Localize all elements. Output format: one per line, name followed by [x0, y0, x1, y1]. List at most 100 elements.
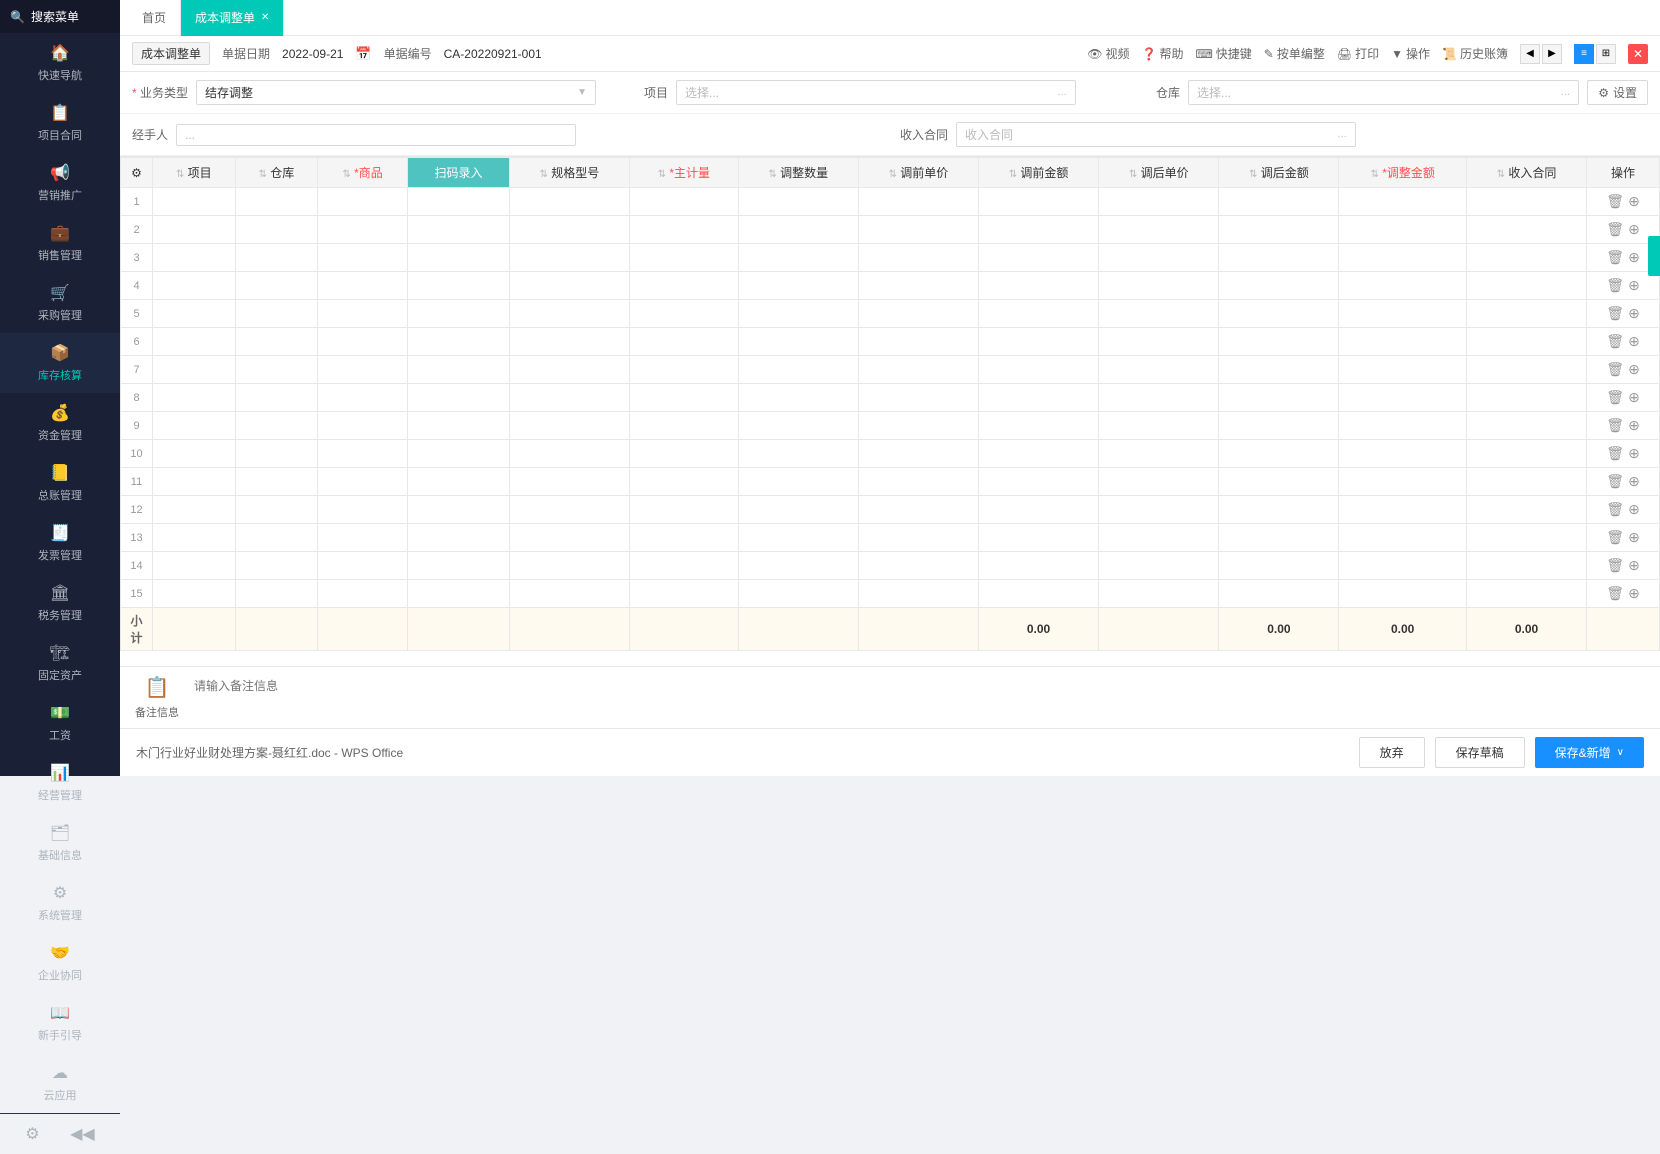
row-11-after-amount[interactable]: [1219, 468, 1339, 496]
row-1-project[interactable]: [153, 188, 236, 216]
row-3-before-amount[interactable]: [978, 244, 1098, 272]
row-3-before-price[interactable]: [858, 244, 978, 272]
action-shortcut[interactable]: ⌨ 快捷键: [1195, 45, 1251, 62]
row-2-scan[interactable]: [408, 216, 510, 244]
tab-cost-adjust[interactable]: 成本调整单 ✕: [181, 0, 284, 36]
sidebar-item-basic-info[interactable]: 🗂 基础信息: [0, 813, 120, 873]
row-7-copy-btn[interactable]: ⊕: [1628, 361, 1640, 378]
save-button[interactable]: 保存&新增 ∨: [1535, 737, 1644, 768]
row-9-scan[interactable]: [408, 412, 510, 440]
row-8-before-price[interactable]: [858, 384, 978, 412]
row-3-copy-btn[interactable]: ⊕: [1628, 249, 1640, 266]
row-15-after-price[interactable]: [1099, 580, 1219, 608]
row-7-product[interactable]: [318, 356, 408, 384]
row-13-after-amount[interactable]: [1219, 524, 1339, 552]
row-5-copy-btn[interactable]: ⊕: [1628, 305, 1640, 322]
row-8-adjust-amount[interactable]: [1339, 384, 1466, 412]
row-1-warehouse[interactable]: [235, 188, 318, 216]
row-13-copy-btn[interactable]: ⊕: [1628, 529, 1640, 546]
row-14-after-amount[interactable]: [1219, 552, 1339, 580]
row-13-warehouse[interactable]: [235, 524, 318, 552]
sidebar-item-system[interactable]: ⚙ 系统管理: [0, 873, 120, 933]
row-9-income-contract[interactable]: [1466, 412, 1586, 440]
row-12-qty[interactable]: [738, 496, 858, 524]
row-4-project[interactable]: [153, 272, 236, 300]
row-12-after-amount[interactable]: [1219, 496, 1339, 524]
row-5-unit[interactable]: [630, 300, 739, 328]
row-3-warehouse[interactable]: [235, 244, 318, 272]
nav-next[interactable]: ▶: [1542, 44, 1562, 64]
row-12-adjust-amount[interactable]: [1339, 496, 1466, 524]
row-2-after-price[interactable]: [1099, 216, 1219, 244]
discard-button[interactable]: 放弃: [1359, 737, 1425, 768]
row-12-income-contract[interactable]: [1466, 496, 1586, 524]
row-11-product[interactable]: [318, 468, 408, 496]
sidebar-item-invoice[interactable]: 🧾 发票管理: [0, 513, 120, 573]
action-print[interactable]: 🖨 打印: [1337, 45, 1379, 62]
row-3-delete-btn[interactable]: 🗑: [1606, 249, 1624, 266]
row-15-product[interactable]: [318, 580, 408, 608]
sidebar-item-quick-nav[interactable]: 🏠 快速导航: [0, 33, 120, 93]
row-9-adjust-amount[interactable]: [1339, 412, 1466, 440]
row-5-project[interactable]: [153, 300, 236, 328]
row-2-unit[interactable]: [630, 216, 739, 244]
warehouse-input[interactable]: 选择... …: [1188, 80, 1579, 105]
row-11-income-contract[interactable]: [1466, 468, 1586, 496]
row-2-product[interactable]: [318, 216, 408, 244]
row-4-spec[interactable]: [509, 272, 629, 300]
tab-close-icon[interactable]: ✕: [261, 12, 269, 23]
nav-prev[interactable]: ◀: [1520, 44, 1540, 64]
row-4-income-contract[interactable]: [1466, 272, 1586, 300]
row-12-delete-btn[interactable]: 🗑: [1606, 501, 1624, 518]
row-7-delete-btn[interactable]: 🗑: [1606, 361, 1624, 378]
row-9-spec[interactable]: [509, 412, 629, 440]
row-15-qty[interactable]: [738, 580, 858, 608]
row-15-unit[interactable]: [630, 580, 739, 608]
row-9-after-price[interactable]: [1099, 412, 1219, 440]
settings-icon[interactable]: ⚙: [25, 1124, 39, 1144]
row-2-after-amount[interactable]: [1219, 216, 1339, 244]
sidebar-item-marketing[interactable]: 📢 营销推广: [0, 153, 120, 213]
sidebar-item-payroll[interactable]: 💵 工资: [0, 693, 120, 753]
row-1-before-price[interactable]: [858, 188, 978, 216]
notes-input[interactable]: [194, 675, 1648, 697]
row-11-qty[interactable]: [738, 468, 858, 496]
row-9-before-price[interactable]: [858, 412, 978, 440]
row-11-adjust-amount[interactable]: [1339, 468, 1466, 496]
col-scan[interactable]: 扫码录入: [408, 158, 510, 188]
project-input[interactable]: 选择... …: [676, 80, 1076, 105]
row-13-qty[interactable]: [738, 524, 858, 552]
row-8-after-price[interactable]: [1099, 384, 1219, 412]
row-6-unit[interactable]: [630, 328, 739, 356]
row-10-adjust-amount[interactable]: [1339, 440, 1466, 468]
row-10-income-contract[interactable]: [1466, 440, 1586, 468]
row-7-spec[interactable]: [509, 356, 629, 384]
business-type-input[interactable]: 结存调整 ▼: [196, 80, 596, 105]
row-13-scan[interactable]: [408, 524, 510, 552]
view-detail-btn[interactable]: ⊞: [1596, 44, 1616, 64]
row-6-income-contract[interactable]: [1466, 328, 1586, 356]
row-2-income-contract[interactable]: [1466, 216, 1586, 244]
row-6-product[interactable]: [318, 328, 408, 356]
row-11-unit[interactable]: [630, 468, 739, 496]
row-10-project[interactable]: [153, 440, 236, 468]
row-1-scan[interactable]: [408, 188, 510, 216]
action-help[interactable]: ❓ 帮助: [1141, 45, 1183, 62]
row-8-copy-btn[interactable]: ⊕: [1628, 389, 1640, 406]
sidebar-search[interactable]: 🔍 搜索菜单: [0, 0, 120, 33]
row-9-qty[interactable]: [738, 412, 858, 440]
row-5-product[interactable]: [318, 300, 408, 328]
row-2-spec[interactable]: [509, 216, 629, 244]
row-10-after-amount[interactable]: [1219, 440, 1339, 468]
row-15-delete-btn[interactable]: 🗑: [1606, 585, 1624, 602]
action-operation[interactable]: ▼ 操作: [1391, 45, 1430, 62]
row-3-after-price[interactable]: [1099, 244, 1219, 272]
row-2-delete-btn[interactable]: 🗑: [1606, 221, 1624, 238]
sidebar-item-enterprise[interactable]: 🤝 企业协同: [0, 933, 120, 993]
row-6-before-price[interactable]: [858, 328, 978, 356]
row-15-before-price[interactable]: [858, 580, 978, 608]
row-1-spec[interactable]: [509, 188, 629, 216]
row-2-copy-btn[interactable]: ⊕: [1628, 221, 1640, 238]
row-12-before-price[interactable]: [858, 496, 978, 524]
row-8-spec[interactable]: [509, 384, 629, 412]
